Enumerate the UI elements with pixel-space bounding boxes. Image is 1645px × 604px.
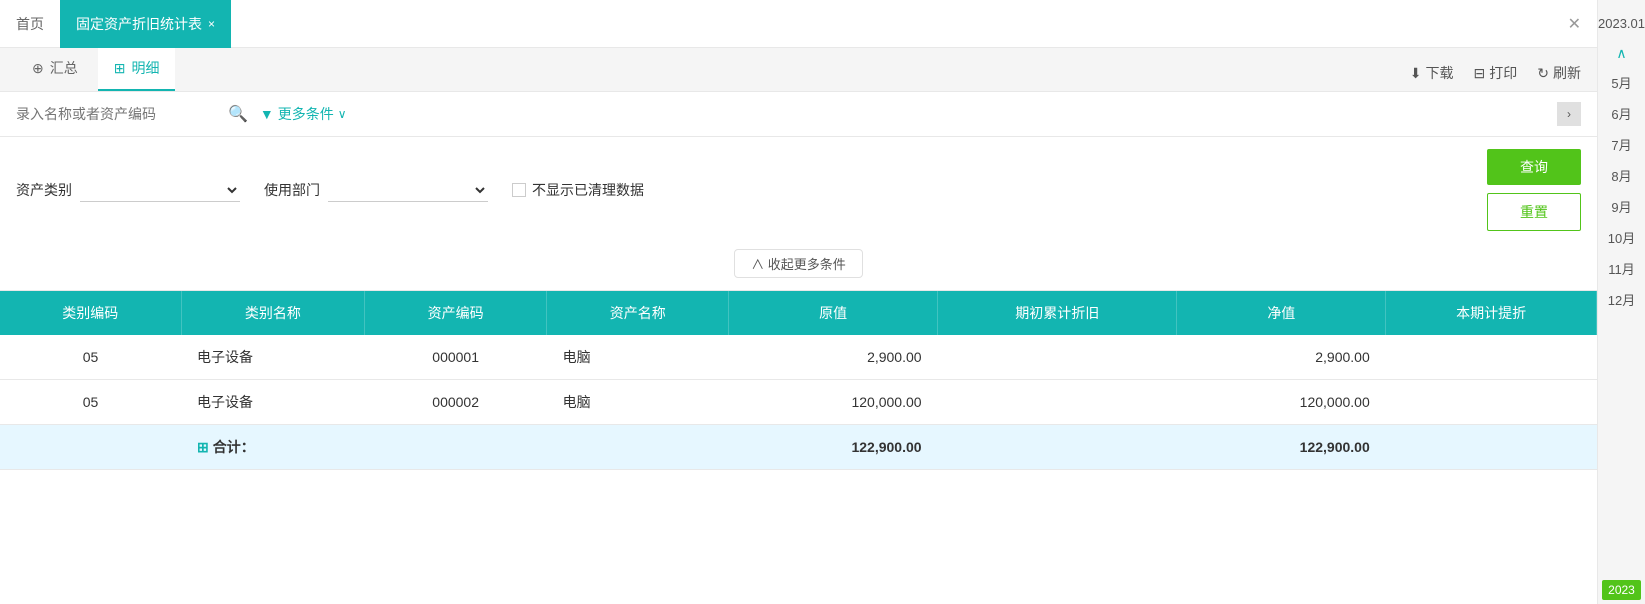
- tab-close-icon[interactable]: ×: [208, 17, 215, 31]
- asset-type-label: 资产类别: [16, 180, 72, 200]
- tab-detail-label: 明细: [131, 58, 159, 78]
- search-icon: 🔍: [228, 104, 248, 124]
- detail-icon: ⊞: [114, 60, 126, 77]
- cell-original-value: 2,900.00: [729, 335, 938, 380]
- download-icon: ⬇: [1410, 65, 1422, 82]
- top-nav: 首页 固定资产折旧统计表 × ✕: [0, 0, 1597, 48]
- no-cleared-label: 不显示已清理数据: [532, 180, 644, 200]
- year-badge: 2023: [1602, 580, 1641, 600]
- cell-category-name: 电子设备: [181, 335, 365, 380]
- total-spacer3: [547, 425, 729, 470]
- download-label: 下载: [1426, 63, 1454, 83]
- sidebar-month-item[interactable]: 9月: [1608, 191, 1635, 222]
- collapse-button[interactable]: ∧ 收起更多条件: [734, 249, 863, 278]
- cell-category-code: 05: [0, 380, 181, 425]
- cell-accumulated-depreciation: [938, 335, 1177, 380]
- department-label: 使用部门: [264, 180, 320, 200]
- col-asset-name: 资产名称: [547, 291, 729, 335]
- filter-icon: ▼: [260, 106, 274, 122]
- tab-row: ⊕ 汇总 ⊞ 明细 ⬇ 下载 ⊟ 打印 ↻ 刷新: [0, 48, 1597, 92]
- summary-icon: ⊕: [32, 60, 44, 77]
- table-header-row: 类别编码 类别名称 资产编码 资产名称 原值 期初累计折旧 净值 本期计提折: [0, 291, 1597, 335]
- total-spacer2: [365, 425, 547, 470]
- total-accumulated: [938, 425, 1177, 470]
- data-table: 类别编码 类别名称 资产编码 资产名称 原值 期初累计折旧 净值 本期计提折 0…: [0, 291, 1597, 470]
- filter-row: 资产类别 使用部门 不显示已清理数据 查询 重置: [16, 149, 1581, 231]
- col-category-code: 类别编码: [0, 291, 181, 335]
- toolbar-right: ⬇ 下载 ⊟ 打印 ↻ 刷新: [1410, 63, 1581, 91]
- table-area: 类别编码 类别名称 资产编码 资产名称 原值 期初累计折旧 净值 本期计提折 0…: [0, 291, 1597, 604]
- more-conditions-button[interactable]: ▼ 更多条件 ∨: [260, 104, 347, 124]
- col-asset-code: 资产编码: [365, 291, 547, 335]
- cell-accumulated-depreciation: [938, 380, 1177, 425]
- sidebar-month-item[interactable]: 7月: [1608, 129, 1635, 160]
- col-category-name: 类别名称: [181, 291, 365, 335]
- department-filter: 使用部门: [264, 179, 488, 202]
- cell-original-value: 120,000.00: [729, 380, 938, 425]
- expand-arrow-icon: ∨: [338, 107, 347, 121]
- query-button[interactable]: 查询: [1487, 149, 1581, 185]
- total-spacer1: [0, 425, 181, 470]
- more-conditions-label: 更多条件: [278, 104, 334, 124]
- col-accumulated-depreciation: 期初累计折旧: [938, 291, 1177, 335]
- sidebar-month-item[interactable]: 5月: [1608, 67, 1635, 98]
- print-button[interactable]: ⊟ 打印: [1474, 63, 1518, 83]
- col-net-value: 净值: [1177, 291, 1386, 335]
- filter-area: 资产类别 使用部门 不显示已清理数据 查询 重置 ∧ 收起更多条件: [0, 137, 1597, 291]
- cell-asset-code: 000002: [365, 380, 547, 425]
- no-cleared-checkbox[interactable]: [512, 183, 526, 197]
- refresh-label: 刷新: [1553, 63, 1581, 83]
- download-button[interactable]: ⬇ 下载: [1410, 63, 1454, 83]
- print-icon: ⊟: [1474, 65, 1486, 82]
- total-current-depreciation: [1386, 425, 1597, 470]
- table-row[interactable]: 05 电子设备 000002 电脑 120,000.00 120,000.00: [0, 380, 1597, 425]
- cell-current-depreciation: [1386, 335, 1597, 380]
- cell-asset-code: 000001: [365, 335, 547, 380]
- sidebar-month-item[interactable]: 6月: [1608, 98, 1635, 129]
- sidebar-month-item[interactable]: 10月: [1608, 222, 1635, 253]
- cell-asset-name: 电脑: [547, 380, 729, 425]
- total-original-value: 122,900.00: [729, 425, 938, 470]
- col-original-value: 原值: [729, 291, 938, 335]
- tab-summary[interactable]: ⊕ 汇总: [16, 47, 94, 91]
- total-net-value: 122,900.00: [1177, 425, 1386, 470]
- reset-button[interactable]: 重置: [1487, 193, 1581, 231]
- search-bar: 🔍 ▼ 更多条件 ∨ ›: [0, 92, 1597, 137]
- col-current-depreciation: 本期计提折: [1386, 291, 1597, 335]
- cell-asset-name: 电脑: [547, 335, 729, 380]
- table-row[interactable]: 05 电子设备 000001 电脑 2,900.00 2,900.00: [0, 335, 1597, 380]
- print-label: 打印: [1489, 63, 1517, 83]
- collapse-bar: ∧ 收起更多条件: [16, 241, 1581, 282]
- department-select[interactable]: [328, 179, 488, 202]
- asset-type-select[interactable]: [80, 179, 240, 202]
- tab-detail[interactable]: ⊞ 明细: [98, 47, 176, 91]
- cell-net-value: 120,000.00: [1177, 380, 1386, 425]
- scroll-up-button[interactable]: ∧: [1606, 41, 1638, 65]
- home-link[interactable]: 首页: [12, 14, 60, 34]
- sidebar-month-item[interactable]: 8月: [1608, 160, 1635, 191]
- nav-chevron-right-button[interactable]: ›: [1557, 102, 1581, 126]
- date-label: 2023.01: [1594, 8, 1645, 39]
- right-sidebar: 2023.01 ∧ 5月6月7月8月9月10月11月12月 2023: [1597, 0, 1645, 604]
- sidebar-month-item[interactable]: 11月: [1608, 253, 1635, 284]
- month-list: 5月6月7月8月9月10月11月12月: [1608, 67, 1635, 315]
- sidebar-month-item[interactable]: 12月: [1608, 284, 1635, 315]
- cell-net-value: 2,900.00: [1177, 335, 1386, 380]
- active-tab[interactable]: 固定资产折旧统计表 ×: [60, 0, 231, 48]
- total-label: ⊞合计：: [181, 425, 365, 470]
- cell-category-code: 05: [0, 335, 181, 380]
- tab-left-group: ⊕ 汇总 ⊞ 明细: [16, 47, 175, 91]
- cell-category-name: 电子设备: [181, 380, 365, 425]
- refresh-button[interactable]: ↻ 刷新: [1537, 63, 1581, 83]
- tab-label: 固定资产折旧统计表: [76, 14, 202, 34]
- cell-current-depreciation: [1386, 380, 1597, 425]
- total-row: ⊞合计： 122,900.00 122,900.00: [0, 425, 1597, 470]
- tab-summary-label: 汇总: [50, 58, 78, 78]
- asset-type-filter: 资产类别: [16, 179, 240, 202]
- search-input[interactable]: [16, 106, 216, 122]
- filter-buttons: 查询 重置: [1487, 149, 1581, 231]
- window-close-button[interactable]: ✕: [1568, 14, 1581, 34]
- refresh-icon: ↻: [1537, 65, 1549, 82]
- no-cleared-filter[interactable]: 不显示已清理数据: [512, 180, 644, 200]
